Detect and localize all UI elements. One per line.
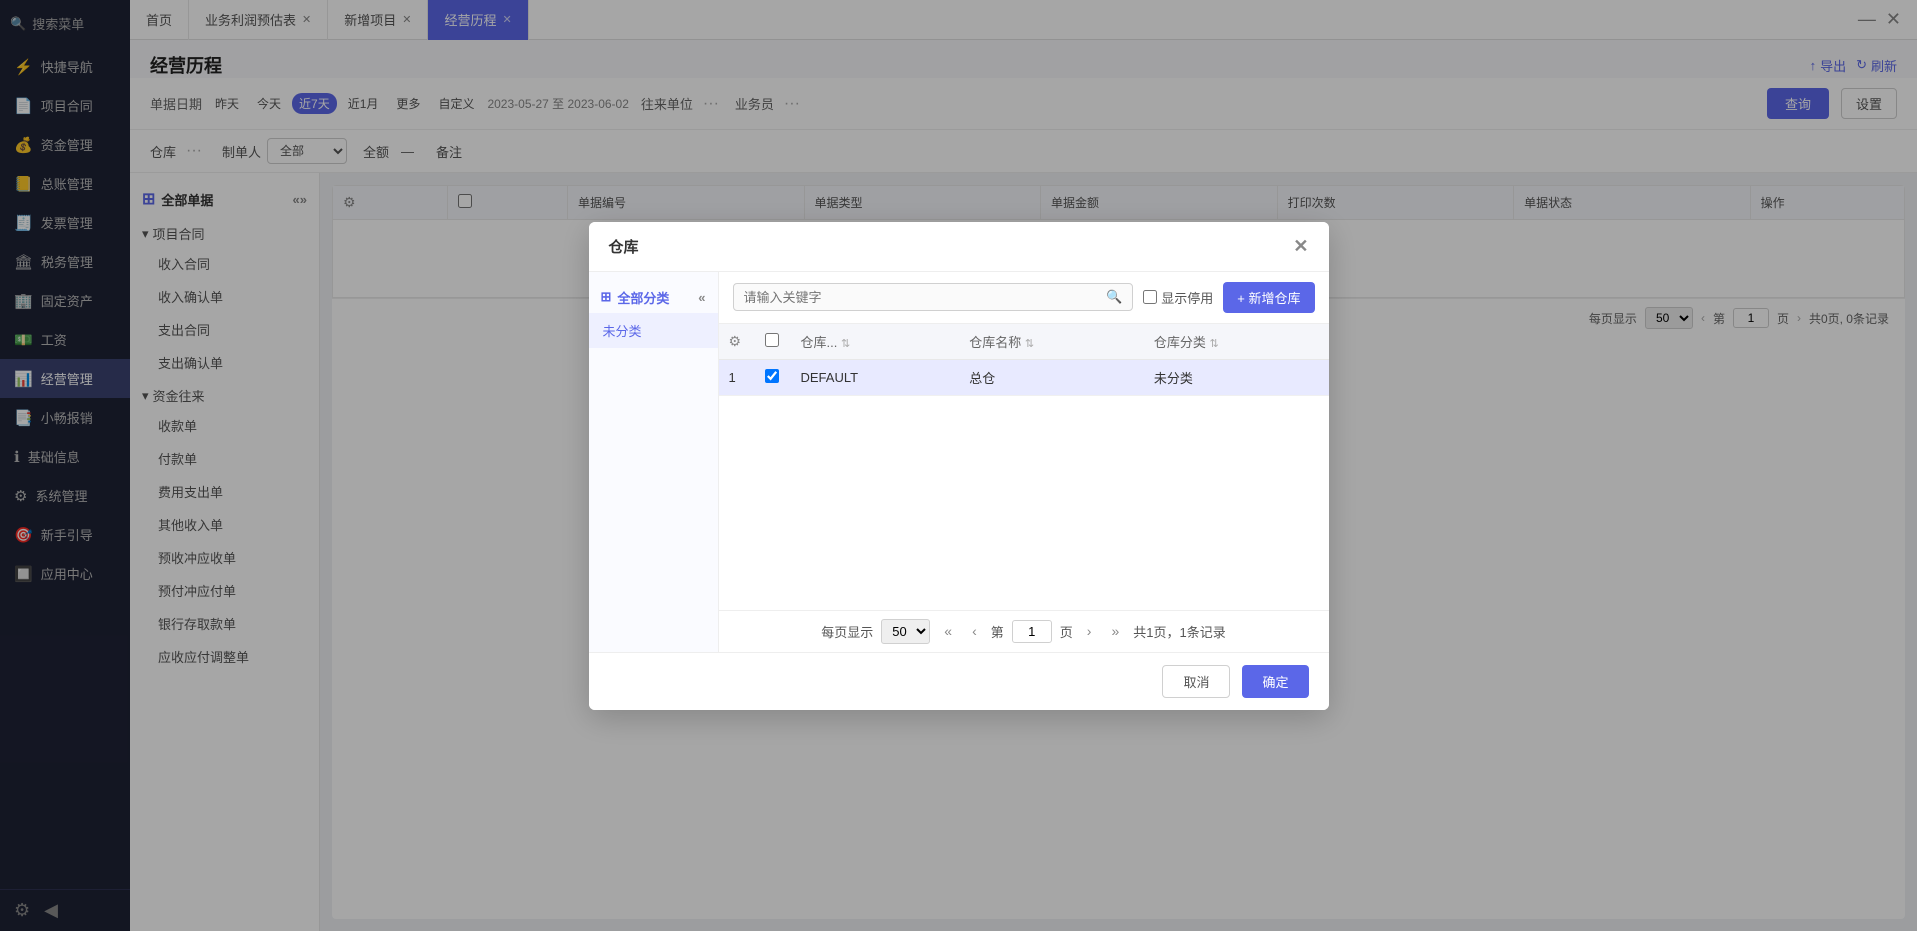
show-disabled-text: 显示停用 [1161, 288, 1213, 307]
modal-gear-icon[interactable]: ⚙ [729, 333, 742, 349]
modal-toolbar: 🔍 显示停用 + 新增仓库 [719, 272, 1329, 324]
table-row[interactable]: 1 DEFAULT 总仓 未分类 [719, 359, 1329, 395]
pagination-last-button[interactable]: » [1105, 621, 1125, 641]
modal-header: 仓库 ✕ [589, 222, 1329, 272]
modal-col-name: 仓库名称 ⇅ [959, 324, 1144, 360]
modal-col-name-label: 仓库名称 [969, 335, 1021, 350]
modal-data-table: ⚙ 仓库... ⇅ 仓库名称 [719, 324, 1329, 396]
modal-search-input[interactable] [744, 290, 1101, 305]
grid-icon2: ⊞ [601, 289, 612, 305]
modal-title: 仓库 [609, 236, 639, 257]
show-disabled-label: 显示停用 [1143, 288, 1213, 307]
modal-col-code-label: 仓库... [801, 335, 838, 350]
show-disabled-checkbox[interactable] [1143, 290, 1157, 304]
modal-footer: 取消 确定 [589, 652, 1329, 710]
row-select-checkbox[interactable] [765, 369, 779, 383]
modal-category-unclassified[interactable]: 未分类 [589, 313, 718, 348]
modal-col-category: 仓库分类 ⇅ [1144, 324, 1329, 360]
confirm-button[interactable]: 确定 [1242, 665, 1308, 698]
modal-category-panel: ⊞ 全部分类 « 未分类 [589, 272, 719, 652]
row-checkbox [755, 359, 791, 395]
search-icon2: 🔍 [1106, 289, 1122, 305]
row-code: DEFAULT [791, 359, 960, 395]
pagination-first-button[interactable]: « [938, 621, 958, 641]
modal-per-page-select[interactable]: 50 [881, 619, 930, 644]
modal-select-all[interactable] [765, 333, 779, 347]
pagination-prev-button[interactable]: ‹ [966, 621, 983, 641]
unclassified-label: 未分类 [603, 324, 642, 339]
pagination-next-button[interactable]: › [1081, 621, 1098, 641]
modal-col-code: 仓库... ⇅ [791, 324, 960, 360]
pagination-page-suffix: 页 [1060, 622, 1073, 641]
modal-pagination: 每页显示 50 « ‹ 第 页 › » 共1页，1条记录 [719, 610, 1329, 652]
modal-col-category-label: 仓库分类 [1154, 335, 1206, 350]
row-index: 1 [719, 359, 755, 395]
sort-icon-code: ⇅ [841, 338, 850, 350]
modal-content-area: 🔍 显示停用 + 新增仓库 ⚙ [719, 272, 1329, 652]
pagination-page-label: 第 [991, 622, 1004, 641]
modal-col-checkbox [755, 324, 791, 360]
pagination-total-info: 共1页，1条记录 [1133, 622, 1225, 641]
modal-all-category[interactable]: ⊞ 全部分类 « [589, 282, 718, 313]
collapse-icon[interactable]: « [698, 290, 705, 305]
modal-close-button[interactable]: ✕ [1293, 236, 1308, 257]
sort-icon-category: ⇅ [1210, 338, 1219, 350]
row-name: 总仓 [959, 359, 1144, 395]
pagination-page-input[interactable] [1012, 620, 1052, 643]
warehouse-modal: 仓库 ✕ ⊞ 全部分类 « 未分类 [589, 222, 1329, 710]
cancel-button[interactable]: 取消 [1162, 665, 1230, 698]
row-category: 未分类 [1144, 359, 1329, 395]
modal-body: ⊞ 全部分类 « 未分类 🔍 显示停用 [589, 272, 1329, 652]
modal-table-area: ⚙ 仓库... ⇅ 仓库名称 [719, 324, 1329, 610]
add-warehouse-button[interactable]: + 新增仓库 [1223, 282, 1314, 313]
modal-search-box: 🔍 [733, 283, 1134, 311]
modal-col-gear: ⚙ [719, 324, 755, 360]
all-category-label: 全部分类 [617, 288, 669, 307]
modal-overlay: 仓库 ✕ ⊞ 全部分类 « 未分类 [0, 0, 1917, 931]
sort-icon-name: ⇅ [1025, 338, 1034, 350]
modal-per-page-label: 每页显示 [821, 622, 873, 641]
